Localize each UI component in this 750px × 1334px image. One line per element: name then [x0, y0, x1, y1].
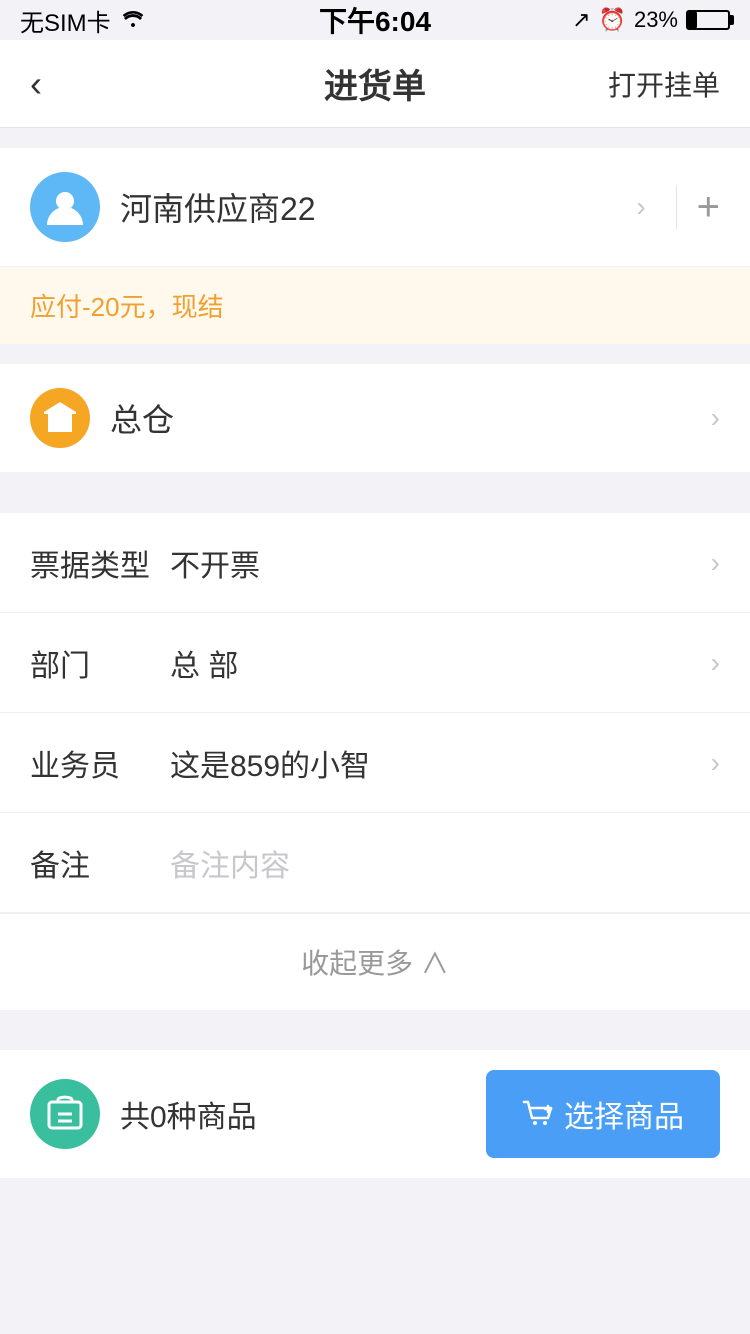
- product-count: 共0种商品: [120, 1092, 466, 1136]
- invoice-type-row[interactable]: 票据类型 不开票 ›: [0, 513, 750, 613]
- bottom-bar: 共0种商品 选择商品: [0, 1050, 750, 1178]
- section-gap-1: [0, 128, 750, 148]
- open-pending-button[interactable]: 打开挂单: [608, 64, 720, 104]
- collapse-button[interactable]: 收起更多 ∧: [0, 913, 750, 1010]
- status-bar: 无SIM卡 下午6:04 ↗ ⏰ 23%: [0, 0, 750, 40]
- section-gap-2: [0, 344, 750, 364]
- warehouse-icon-wrap: [30, 388, 90, 448]
- alarm-icon: ⏰: [599, 7, 626, 33]
- battery-text: 23%: [634, 7, 678, 33]
- department-row[interactable]: 部门 总 部 ›: [0, 613, 750, 713]
- page-title: 进货单: [324, 59, 426, 108]
- warehouse-icon: [42, 400, 78, 436]
- form-section: 票据类型 不开票 › 部门 总 部 › 业务员 这是859的小智 › 备注 备注…: [0, 513, 750, 1010]
- salesperson-row[interactable]: 业务员 这是859的小智 ›: [0, 713, 750, 813]
- status-bar-time: 下午6:04: [319, 0, 431, 40]
- cart-plus-icon: [522, 1100, 554, 1128]
- department-chevron-icon: ›: [711, 647, 720, 679]
- supplier-avatar: [30, 172, 100, 242]
- select-product-label: 选择商品: [564, 1092, 684, 1136]
- back-button[interactable]: ‹: [30, 63, 90, 105]
- invoice-type-label: 票据类型: [30, 541, 170, 585]
- invoice-chevron-icon: ›: [711, 547, 720, 579]
- supplier-section: 河南供应商22 › + 应付-20元，现结: [0, 148, 750, 344]
- section-gap-4: [0, 1010, 750, 1030]
- status-bar-left: 无SIM卡: [20, 3, 147, 38]
- location-icon: ↗: [572, 7, 590, 33]
- warehouse-name: 总仓: [110, 395, 711, 441]
- nav-bar: ‹ 进货单 打开挂单: [0, 40, 750, 128]
- supplier-row[interactable]: 河南供应商22 › +: [0, 148, 750, 267]
- carrier-text: 无SIM卡: [20, 3, 111, 38]
- user-icon: [43, 185, 87, 229]
- supplier-name: 河南供应商22: [120, 184, 636, 230]
- main-content: 河南供应商22 › + 应付-20元，现结 总仓 › 票据类型 不开票 ›: [0, 128, 750, 1334]
- remark-row[interactable]: 备注 备注内容: [0, 813, 750, 913]
- invoice-type-value: 不开票: [170, 541, 711, 585]
- department-label: 部门: [30, 641, 170, 685]
- department-value: 总 部: [170, 641, 711, 685]
- warehouse-section: 总仓 ›: [0, 364, 750, 473]
- warehouse-chevron-icon: ›: [711, 402, 720, 434]
- product-icon-wrap: [30, 1079, 100, 1149]
- wifi-icon: [119, 6, 147, 34]
- warehouse-row[interactable]: 总仓 ›: [0, 364, 750, 473]
- battery-icon: [686, 10, 730, 30]
- salesperson-value: 这是859的小智: [170, 741, 711, 785]
- product-icon: [45, 1094, 85, 1134]
- supplier-chevron-icon: ›: [636, 191, 645, 223]
- remark-label: 备注: [30, 841, 170, 885]
- collapse-text: 收起更多 ∧: [301, 942, 449, 982]
- add-supplier-button[interactable]: +: [676, 185, 720, 230]
- salesperson-chevron-icon: ›: [711, 747, 720, 779]
- status-bar-right: ↗ ⏰ 23%: [572, 7, 730, 33]
- salesperson-label: 业务员: [30, 741, 170, 785]
- notice-text: 应付-20元，现结: [30, 292, 224, 322]
- section-gap-3: [0, 473, 750, 493]
- remark-placeholder: 备注内容: [170, 841, 720, 885]
- select-product-button[interactable]: 选择商品: [486, 1070, 720, 1158]
- notice-bar: 应付-20元，现结: [0, 267, 750, 344]
